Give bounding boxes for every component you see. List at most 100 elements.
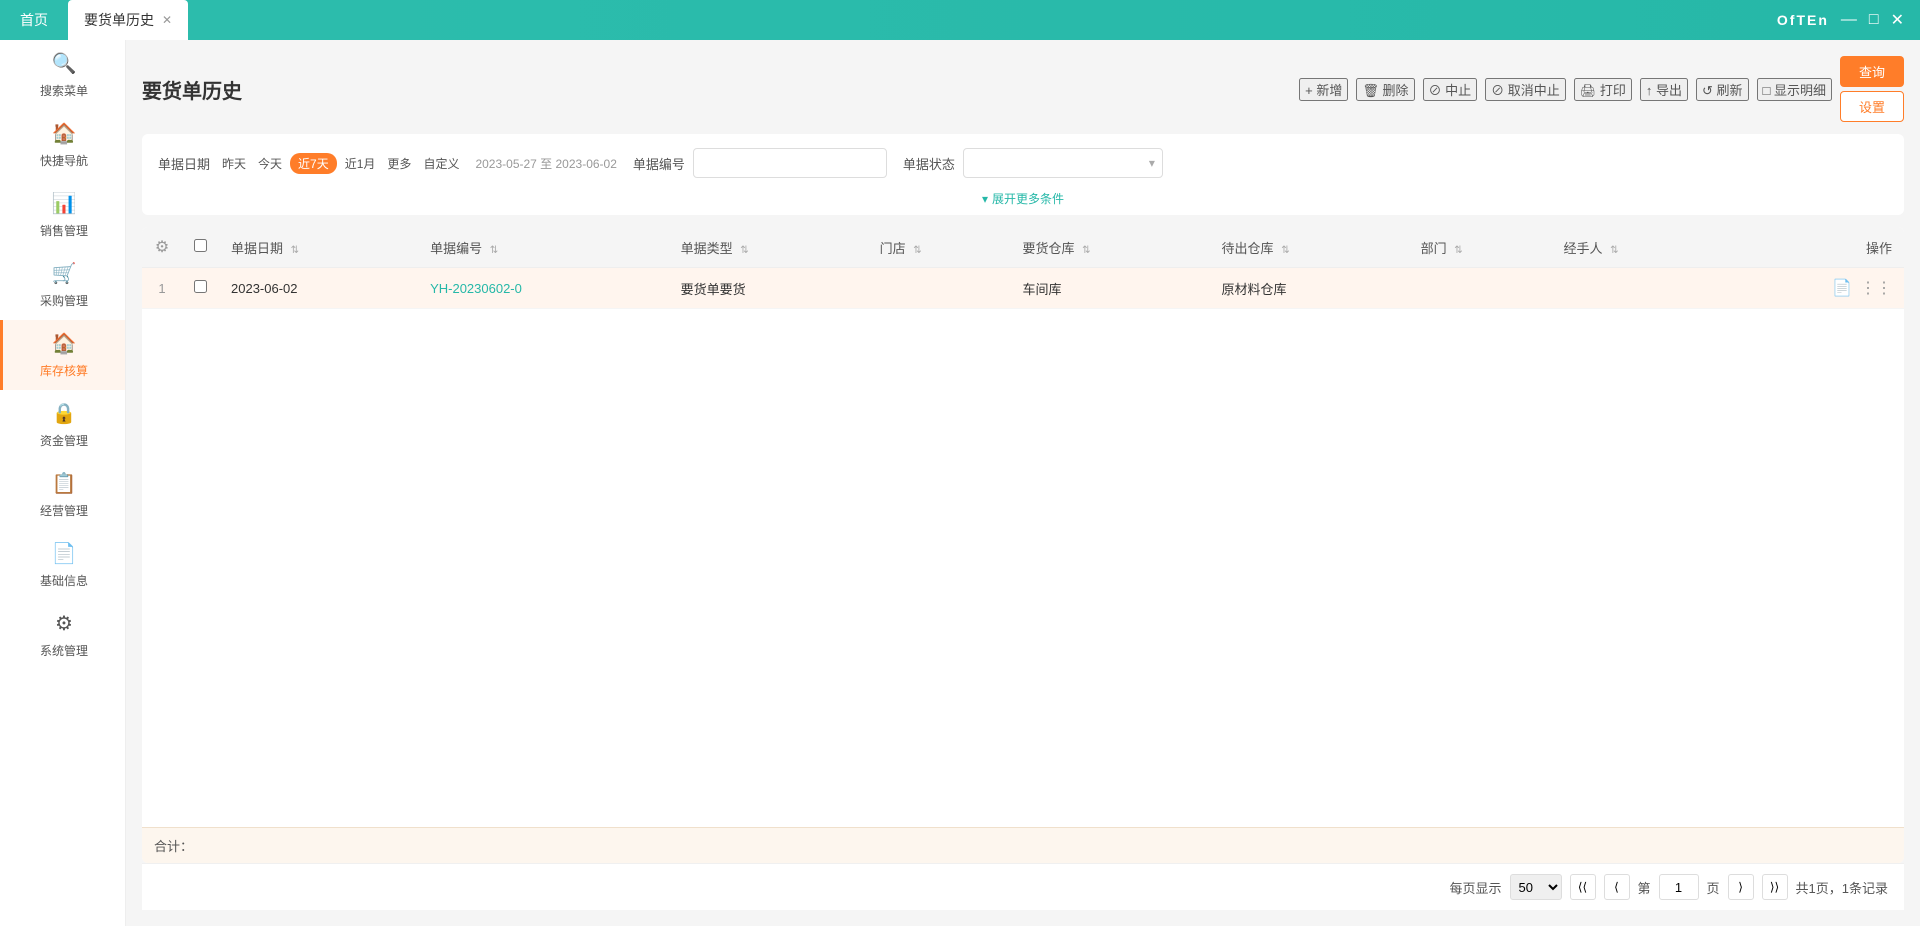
tab-active-label: 要货单历史 — [84, 10, 154, 30]
tab-active[interactable]: 要货单历史 ✕ — [68, 0, 188, 40]
row-date: 2023-06-02 — [219, 268, 418, 309]
page-unit: 页 — [1707, 878, 1720, 897]
row-dept — [1409, 268, 1552, 309]
table-row: 1 2023-06-02 YH-20230602-0 要货单要货 车间库 原材料… — [142, 268, 1904, 309]
date-btn-custom[interactable]: 自定义 — [419, 153, 463, 174]
row-checkbox[interactable] — [194, 280, 207, 293]
col-req-warehouse-sort[interactable]: ⇅ — [1082, 245, 1090, 256]
sidebar-item-finance[interactable]: 🔒 资金管理 — [0, 390, 125, 460]
content-area: 要货单历史 + 新增 🗑 删除 ⊘ 中止 ⊘ 取消中止 🖨 打印 ↑ 导出 ↺ … — [126, 40, 1920, 926]
col-handler-sort[interactable]: ⇅ — [1610, 245, 1618, 256]
cancel-stop-button[interactable]: ⊘ 取消中止 — [1485, 78, 1566, 101]
brand-text: OfTEn — [1777, 12, 1829, 28]
show-detail-button[interactable]: □ 显示明细 — [1757, 78, 1832, 101]
status-select[interactable] — [963, 148, 1163, 178]
sidebar-label-basic: 基础信息 — [40, 572, 88, 589]
sidebar-label-search: 搜索菜单 — [40, 82, 88, 99]
view-action-icon[interactable]: 📄 — [1832, 278, 1852, 298]
col-billtype-header: 单据类型 ⇅ — [669, 227, 868, 268]
sidebar-item-operations[interactable]: 📋 经营管理 — [0, 460, 125, 530]
sidebar-item-inventory[interactable]: 🏠 库存核算 — [0, 320, 125, 390]
sidebar-item-purchase[interactable]: 🛒 采购管理 — [0, 250, 125, 320]
row-billtype: 要货单要货 — [669, 268, 868, 309]
col-handler-label: 经手人 — [1563, 241, 1602, 256]
edit-action-icon[interactable]: ⋮⋮ — [1860, 278, 1892, 298]
col-date-label: 单据日期 — [231, 241, 283, 256]
sidebar-label-finance: 资金管理 — [40, 432, 88, 449]
home-icon: 🏠 — [52, 121, 77, 146]
page-label: 第 — [1638, 878, 1651, 897]
row-billno[interactable]: YH-20230602-0 — [418, 268, 668, 309]
col-store-sort[interactable]: ⇅ — [913, 245, 921, 256]
date-btn-1month[interactable]: 近1月 — [341, 153, 380, 174]
col-dept-sort[interactable]: ⇅ — [1454, 245, 1462, 256]
maximize-icon[interactable]: □ — [1869, 11, 1879, 29]
row-req-warehouse: 车间库 — [1010, 268, 1209, 309]
filter-row-1: 单据日期 昨天 今天 近7天 近1月 更多 自定义 2023-05-27 至 2… — [158, 148, 1888, 178]
first-page-button[interactable]: ⟨⟨ — [1570, 874, 1596, 900]
col-checkbox-header[interactable] — [182, 227, 219, 268]
col-date-sort[interactable]: ⇅ — [291, 245, 299, 256]
refresh-button[interactable]: ↺ 刷新 — [1696, 78, 1749, 101]
col-dept-header: 部门 ⇅ — [1409, 227, 1552, 268]
sales-icon: 📊 — [52, 191, 77, 216]
sidebar-item-search[interactable]: 🔍 搜索菜单 — [0, 40, 125, 110]
row-out-warehouse: 原材料仓库 — [1210, 268, 1409, 309]
export-button[interactable]: ↑ 导出 — [1640, 78, 1688, 101]
last-page-button[interactable]: ⟩⟩ — [1762, 874, 1788, 900]
search-icon: 🔍 — [52, 51, 77, 76]
date-btn-more[interactable]: 更多 — [383, 153, 415, 174]
tab-close-icon[interactable]: ✕ — [162, 13, 172, 27]
sidebar-item-system[interactable]: ⚙ 系统管理 — [0, 600, 125, 670]
col-req-warehouse-header: 要货仓库 ⇅ — [1010, 227, 1209, 268]
sidebar-item-sales[interactable]: 📊 销售管理 — [0, 180, 125, 250]
settings-button[interactable]: 设置 — [1840, 91, 1904, 122]
date-btn-7days[interactable]: 近7天 — [290, 153, 337, 174]
col-out-warehouse-sort[interactable]: ⇅ — [1281, 245, 1289, 256]
expand-more-icon: ▾ — [982, 192, 988, 206]
status-dropdown-wrapper — [963, 148, 1163, 178]
settings-col-icon[interactable]: ⚙ — [155, 239, 169, 256]
close-window-icon[interactable]: ✕ — [1891, 10, 1904, 30]
row-checkbox-cell[interactable] — [182, 268, 219, 309]
col-billtype-sort[interactable]: ⇅ — [740, 245, 748, 256]
bill-no-label: 单据编号 — [633, 154, 685, 173]
page-input[interactable] — [1659, 874, 1699, 900]
query-button[interactable]: 查询 — [1840, 56, 1904, 87]
sidebar-item-basic[interactable]: 📄 基础信息 — [0, 530, 125, 600]
print-button[interactable]: 🖨 打印 — [1574, 78, 1632, 101]
select-all-checkbox[interactable] — [194, 239, 207, 252]
date-btn-today[interactable]: 今天 — [254, 153, 286, 174]
row-store — [868, 268, 1011, 309]
summary-bar: 合计： — [142, 827, 1904, 863]
new-button[interactable]: + 新增 — [1299, 78, 1348, 101]
basic-icon: 📄 — [52, 541, 77, 566]
date-btn-yesterday[interactable]: 昨天 — [218, 153, 250, 174]
stop-button[interactable]: ⊘ 中止 — [1423, 78, 1478, 101]
prev-page-button[interactable]: ⟨ — [1604, 874, 1630, 900]
col-action-label: 操作 — [1866, 241, 1892, 256]
col-billno-sort[interactable]: ⇅ — [490, 245, 498, 256]
purchase-icon: 🛒 — [52, 261, 77, 286]
bill-no-input[interactable] — [693, 148, 887, 178]
expand-more-btn[interactable]: ▾ 展开更多条件 — [158, 190, 1888, 207]
page-size-label: 每页显示 — [1449, 878, 1501, 897]
col-date-header: 单据日期 ⇅ — [219, 227, 418, 268]
col-store-label: 门店 — [880, 241, 906, 256]
minimize-icon[interactable]: — — [1841, 11, 1857, 29]
row-num: 1 — [142, 268, 182, 309]
delete-button[interactable]: 🗑 删除 — [1356, 78, 1414, 101]
sidebar-label-purchase: 采购管理 — [40, 292, 88, 309]
page-size-select[interactable]: 50 10 20 100 — [1510, 874, 1562, 900]
next-page-button[interactable]: ⟩ — [1728, 874, 1754, 900]
status-label: 单据状态 — [903, 154, 955, 173]
tab-home[interactable]: 首页 — [0, 0, 68, 40]
operations-icon: 📋 — [52, 471, 77, 496]
sidebar-item-nav[interactable]: 🏠 快捷导航 — [0, 110, 125, 180]
main-layout: 🔍 搜索菜单 🏠 快捷导航 📊 销售管理 🛒 采购管理 🏠 库存核算 🔒 资金管… — [0, 40, 1920, 926]
toolbar: + 新增 🗑 删除 ⊘ 中止 ⊘ 取消中止 🖨 打印 ↑ 导出 ↺ 刷新 □ 显… — [1299, 56, 1904, 122]
bill-no-link[interactable]: YH-20230602-0 — [430, 281, 522, 296]
date-label: 单据日期 — [158, 154, 210, 173]
page-header: 要货单历史 + 新增 🗑 删除 ⊘ 中止 ⊘ 取消中止 🖨 打印 ↑ 导出 ↺ … — [142, 56, 1904, 122]
col-settings[interactable]: ⚙ — [142, 227, 182, 268]
